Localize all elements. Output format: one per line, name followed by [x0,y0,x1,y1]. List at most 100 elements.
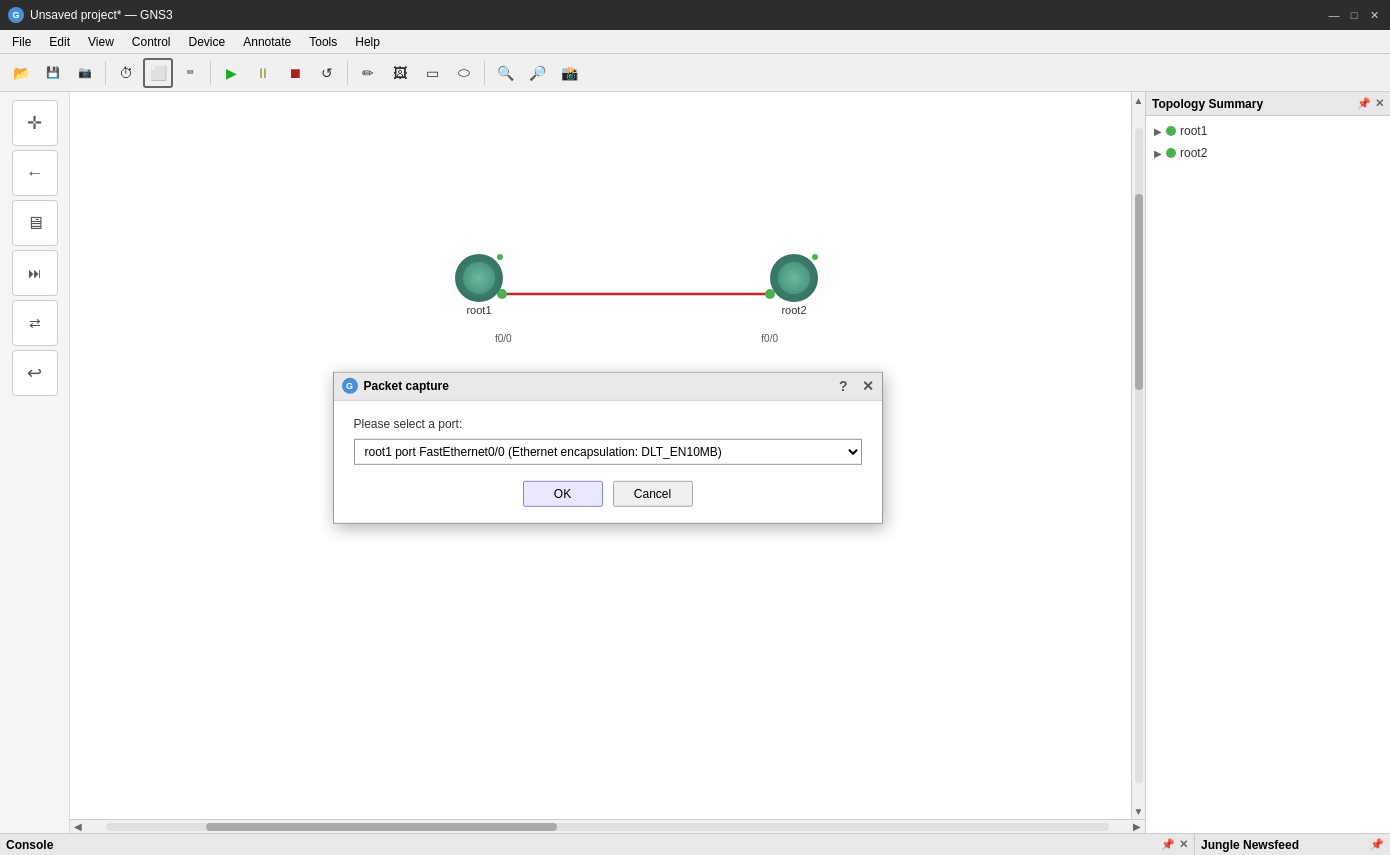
sep4 [484,61,485,85]
topology-header: Topology Summary 📌 ✕ [1146,92,1390,116]
port-label-root1: f0/0 [495,333,512,344]
topo-item-root1[interactable]: ▶ root1 [1146,120,1390,142]
screenshot-button[interactable]: 📸 [554,58,584,88]
zoom-out-button[interactable]: 🔎 [522,58,552,88]
maximize-button[interactable]: □ [1346,7,1362,23]
dialog-help-button[interactable]: ? [839,378,848,394]
router-label-root1: root1 [466,304,491,316]
router-indicator-root1 [495,252,505,262]
canvas-area[interactable]: root1 f0/0 root2 f0/0 G Packet capture ?… [70,92,1145,833]
open-folder-button[interactable]: 📂 [6,58,36,88]
bend-button[interactable]: ↩ [12,350,58,396]
minimize-button[interactable]: — [1326,7,1342,23]
console-pin-button[interactable]: 📌 [1161,838,1175,851]
port-label-root2: f0/0 [761,333,778,344]
move-tool-button[interactable]: ✛ [12,100,58,146]
menu-tools[interactable]: Tools [301,33,345,51]
scrollbar-h-track[interactable] [106,823,1109,831]
jungle-pin-button[interactable]: 📌 [1370,838,1384,851]
back-button[interactable]: ← [12,150,58,196]
sep3 [347,61,348,85]
console-close-button[interactable]: ✕ [1179,838,1188,851]
menu-view[interactable]: View [80,33,122,51]
menu-bar: File Edit View Control Device Annotate T… [0,30,1390,54]
topology-pin-button[interactable]: 📌 [1357,97,1371,110]
scrollbar-horizontal[interactable]: ◀ ▶ [70,819,1145,833]
menu-annotate[interactable]: Annotate [235,33,299,51]
select-button[interactable]: ⬜ [143,58,173,88]
topology-close-button[interactable]: ✕ [1375,97,1384,110]
stop-button[interactable]: ⏹ [280,58,310,88]
router-label-root2: root2 [781,304,806,316]
topo-chevron-root1: ▶ [1154,126,1162,137]
dialog-port-select[interactable]: root1 port FastEthernet0/0 (Ethernet enc… [354,438,862,464]
timer-button[interactable]: ⏱ [111,58,141,88]
next-button[interactable]: ⏭ [12,250,58,296]
jungle-panel: Jungle Newsfeed 📌 G GNS3 Jungle THE ONLY… [1195,834,1390,855]
menu-file[interactable]: File [4,33,39,51]
jungle-header: Jungle Newsfeed 📌 [1195,834,1390,855]
snapshot-button[interactable]: 📷 [70,58,100,88]
topo-chevron-root2: ▶ [1154,148,1162,159]
menu-control[interactable]: Control [124,33,179,51]
scrollbar-vertical[interactable]: ▲ ▼ [1131,92,1145,819]
console-panel: Console 📌 ✕ GNS3 management console. Run… [0,834,1195,855]
add-rect-button[interactable]: ▭ [417,58,447,88]
scrollbar-h-thumb[interactable] [206,823,557,831]
play-button[interactable]: ▶ [216,58,246,88]
title-controls[interactable]: — □ ✕ [1326,7,1382,23]
router-icon-root2 [770,254,818,302]
add-image-button[interactable]: 🖼 [385,58,415,88]
dialog-close-button[interactable]: ✕ [862,378,874,394]
left-toolbar: ✛ ← 🖥 ⏭ ⇄ ↩ [0,92,70,833]
dialog-app-icon: G [342,378,358,394]
menu-edit[interactable]: Edit [41,33,78,51]
scrollbar-v-track[interactable] [1135,128,1143,783]
topo-status-root1 [1166,126,1176,136]
sep2 [210,61,211,85]
toolbar: 📂 💾 📷 ⏱ ⬜ ⌨ ▶ ⏸ ⏹ ↺ ✏ 🖼 ▭ ⬭ 🔍 🔎 📸 [0,54,1390,92]
zoom-in-button[interactable]: 🔍 [490,58,520,88]
save-button[interactable]: 💾 [38,58,68,88]
reload-button[interactable]: ↺ [312,58,342,88]
topology-panel: Topology Summary 📌 ✕ ▶ root1 ▶ root2 [1145,92,1390,833]
dialog-prompt: Please select a port: [354,416,862,430]
packet-capture-dialog: G Packet capture ? ✕ Please select a por… [333,371,883,523]
router-indicator-root2 [810,252,820,262]
topo-item-root2[interactable]: ▶ root2 [1146,142,1390,164]
topology-body: ▶ root1 ▶ root2 [1146,116,1390,833]
title-bar: G Unsaved project* — GNS3 — □ ✕ [0,0,1390,30]
router-node-root1[interactable]: root1 f0/0 [455,254,503,316]
sep1 [105,61,106,85]
router-icon-root1 [455,254,503,302]
title-bar-left: G Unsaved project* — GNS3 [8,7,173,23]
bottom-area: Console 📌 ✕ GNS3 management console. Run… [0,833,1390,855]
menu-device[interactable]: Device [181,33,234,51]
monitor-button[interactable]: 🖥 [12,200,58,246]
switch-button[interactable]: ⇄ [12,300,58,346]
main-area: ✛ ← 🖥 ⏭ ⇄ ↩ root1 f0/0 root2 [0,92,1390,833]
menu-help[interactable]: Help [347,33,388,51]
add-ellipse-button[interactable]: ⬭ [449,58,479,88]
dialog-buttons: OK Cancel [354,480,862,506]
dialog-title-text: Packet capture [364,379,449,393]
dialog-ok-button[interactable]: OK [523,480,603,506]
app-icon: G [8,7,24,23]
jungle-title: Jungle Newsfeed [1201,838,1299,852]
topology-controls[interactable]: 📌 ✕ [1357,97,1384,110]
router-node-root2[interactable]: root2 f0/0 [770,254,818,316]
topo-name-root1: root1 [1180,124,1207,138]
terminal-button[interactable]: ⌨ [175,58,205,88]
topo-name-root2: root2 [1180,146,1207,160]
annotate-text-button[interactable]: ✏ [353,58,383,88]
console-header: Console 📌 ✕ [0,834,1194,855]
dialog-titlebar: G Packet capture ? ✕ [334,372,882,400]
topo-status-root2 [1166,148,1176,158]
dialog-title-left: G Packet capture [342,378,449,394]
dialog-cancel-button[interactable]: Cancel [613,480,693,506]
title-text: Unsaved project* — GNS3 [30,8,173,22]
pause-button[interactable]: ⏸ [248,58,278,88]
close-button[interactable]: ✕ [1366,7,1382,23]
console-title: Console [6,838,53,852]
scrollbar-v-thumb[interactable] [1135,194,1143,391]
